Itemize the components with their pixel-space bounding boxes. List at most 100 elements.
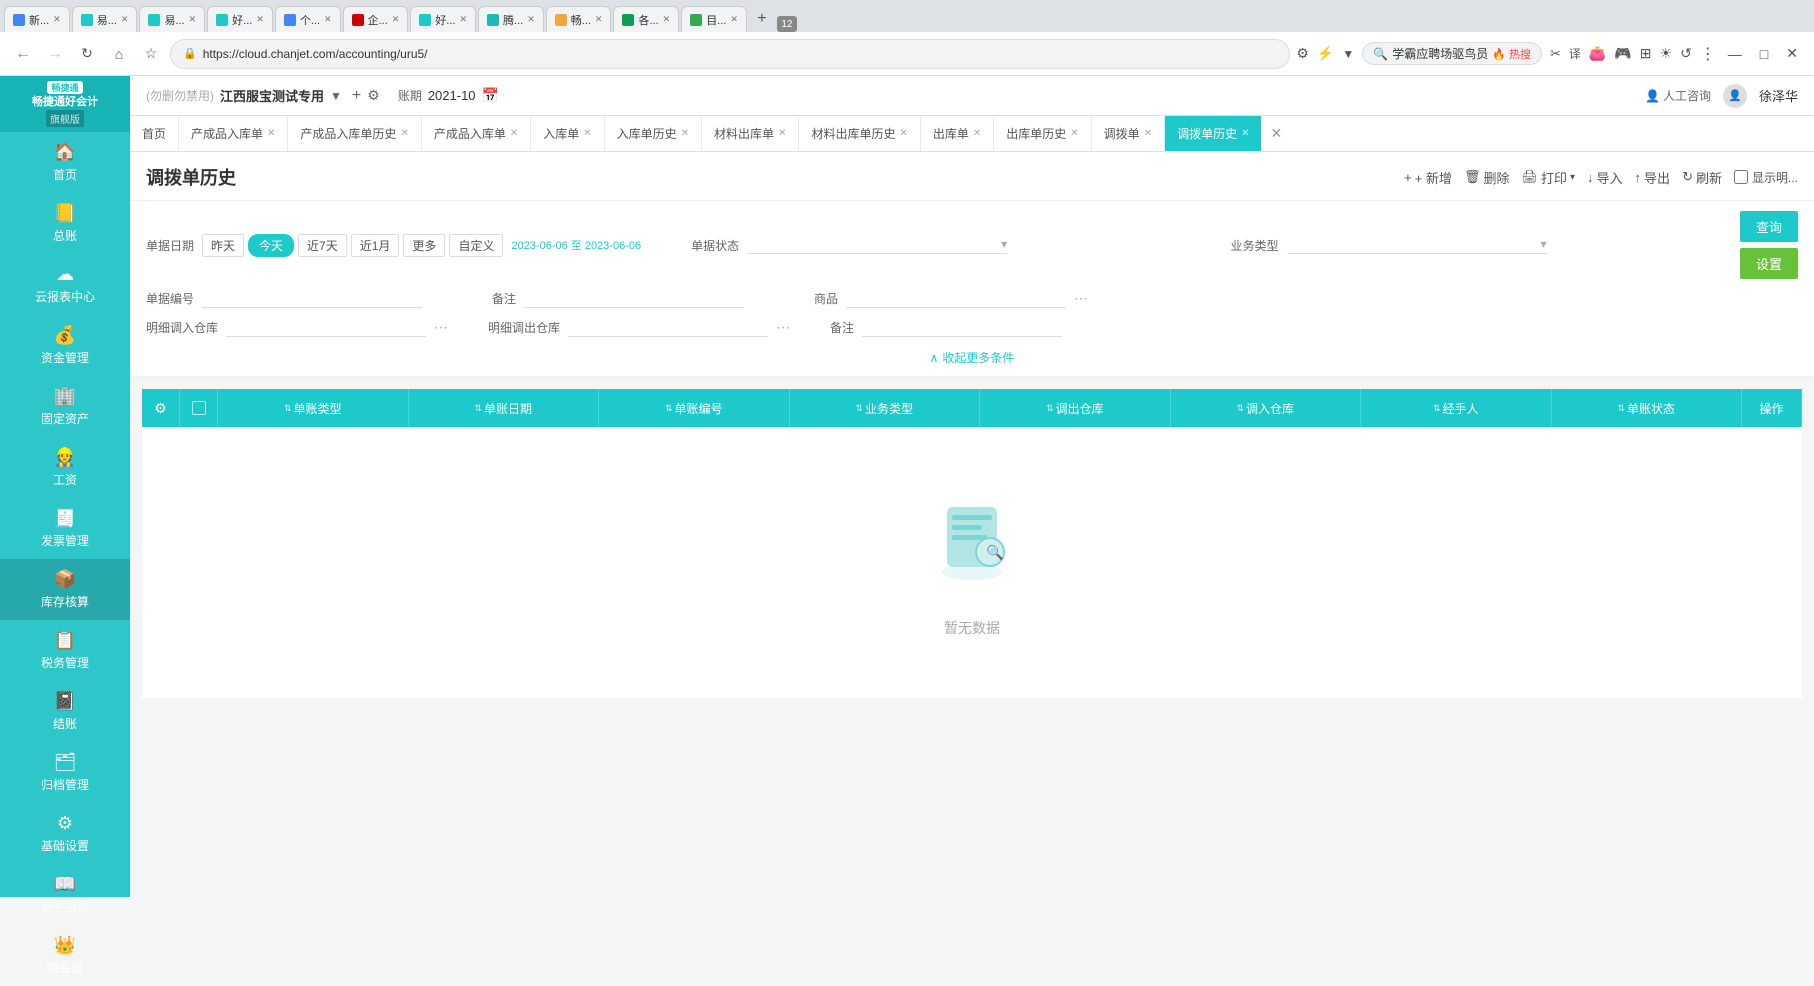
tab-close-icon[interactable]: ✕ (256, 14, 264, 25)
sidebar-item-member[interactable]: 👑 畅会员 (0, 925, 130, 986)
tab-close-icon[interactable]: ✕ (53, 14, 61, 25)
refresh-button[interactable]: ↻ (74, 41, 100, 67)
tab-close-icon[interactable]: ✕ (778, 128, 786, 139)
window-minimize[interactable]: — (1722, 46, 1748, 62)
th-settings-cell[interactable]: ⚙ (142, 389, 180, 427)
browser-tab[interactable]: 腾... ✕ (478, 6, 544, 32)
refresh-page-button[interactable]: ↻ 刷新 (1682, 168, 1722, 187)
date-yesterday-btn[interactable]: 昨天 (202, 234, 244, 257)
tab-close-icon[interactable]: ✕ (324, 14, 332, 25)
date-7days-btn[interactable]: 近7天 (298, 234, 347, 257)
out-wh-more-icon[interactable]: ⋯ (776, 319, 790, 336)
dropdown-icon[interactable]: ▼ (1342, 47, 1354, 61)
browser-tab[interactable]: 畅... ✕ (546, 6, 612, 32)
tab-close-icon[interactable]: ✕ (267, 128, 275, 139)
collapse-button[interactable]: ∧ 收起更多条件 (930, 349, 1015, 366)
th-doc-date[interactable]: ⇅ 单账日期 (409, 389, 600, 427)
tab-outbound-history[interactable]: 出库单历史 ✕ (994, 116, 1091, 152)
tab-close-icon[interactable]: ✕ (899, 128, 907, 139)
browser-tab[interactable]: 各... ✕ (613, 6, 679, 32)
grid-icon[interactable]: ⊞ (1640, 45, 1652, 62)
tab-close-active-icon[interactable]: ✕ (1241, 128, 1249, 139)
tab-close-icon[interactable]: ✕ (1144, 128, 1152, 139)
th-out-wh[interactable]: ⇅ 调出仓库 (980, 389, 1171, 427)
sidebar-item-cloud-report[interactable]: ☁ 云报表中心 (0, 254, 130, 315)
scissors-icon[interactable]: ✂ (1550, 46, 1561, 62)
status-input[interactable] (747, 237, 1001, 251)
tab-close-icon[interactable]: ✕ (400, 128, 408, 139)
export-button[interactable]: ↑ 导出 (1635, 168, 1671, 187)
th-doc-no[interactable]: ⇅ 单账编号 (599, 389, 790, 427)
browser-tab[interactable]: 企... ✕ (343, 6, 409, 32)
theme-icon[interactable]: ☀ (1660, 45, 1673, 62)
sidebar-item-archive[interactable]: 🗂 归档管理 (0, 742, 130, 803)
th-handler[interactable]: ⇅ 经手人 (1361, 389, 1552, 427)
in-wh-more-icon[interactable]: ⋯ (434, 319, 448, 336)
sidebar-item-home[interactable]: 🏠 首页 (0, 132, 130, 193)
company-settings-icon[interactable]: ⚙ (367, 87, 380, 104)
doc-no-input[interactable] (202, 289, 422, 308)
new-button[interactable]: + + 新增 (1404, 168, 1452, 187)
company-dropdown-icon[interactable]: ▼ (330, 89, 342, 103)
browser-tab[interactable]: 易... ✕ (139, 6, 205, 32)
address-bar[interactable]: 🔒 https://cloud.chanjet.com/accounting/u… (170, 39, 1290, 69)
biz-type-dropdown[interactable]: ▾ (1287, 237, 1547, 254)
sidebar-item-ledger[interactable]: 📒 总账 (0, 193, 130, 254)
sidebar-item-salary[interactable]: 👷 工资 (0, 437, 130, 498)
tab-home[interactable]: 首页 (130, 116, 179, 152)
window-close[interactable]: ✕ (1780, 45, 1804, 62)
tab-material-out[interactable]: 材料出库单 ✕ (702, 116, 799, 152)
tab-close-icon[interactable]: ✕ (595, 14, 603, 25)
browser-tab[interactable]: 新... ✕ (4, 6, 70, 32)
sidebar-item-tax[interactable]: 📋 税务管理 (0, 620, 130, 681)
date-1month-btn[interactable]: 近1月 (351, 234, 400, 257)
browser-tab[interactable]: 个... ✕ (275, 6, 341, 32)
tab-close-icon[interactable]: ✕ (189, 14, 197, 25)
tab-finished-in-history[interactable]: 产成品入库单历史 ✕ (288, 116, 421, 152)
date-more-btn[interactable]: 更多 (403, 234, 445, 257)
user-service-button[interactable]: 👤 人工咨询 (1645, 87, 1711, 104)
tab-close-icon[interactable]: ✕ (583, 128, 591, 139)
user-avatar[interactable]: 👤 (1723, 84, 1747, 108)
window-maximize[interactable]: □ (1754, 46, 1774, 62)
biz-type-input[interactable] (1287, 237, 1541, 251)
note2-input[interactable] (862, 318, 1062, 337)
tab-close-icon[interactable]: ✕ (121, 14, 129, 25)
tab-close-icon[interactable]: ✕ (527, 14, 535, 25)
add-company-button[interactable]: + (352, 87, 361, 105)
sidebar-item-funds[interactable]: 💰 资金管理 (0, 315, 130, 376)
tab-transfer[interactable]: 调拨单 ✕ (1092, 116, 1165, 152)
browser-tab[interactable]: 好... ✕ (410, 6, 476, 32)
tab-close-icon[interactable]: ✕ (663, 14, 671, 25)
th-in-wh[interactable]: ⇅ 调入仓库 (1171, 389, 1362, 427)
import-button[interactable]: ↓ 导入 (1587, 168, 1623, 187)
th-biz-type[interactable]: ⇅ 业务类型 (790, 389, 981, 427)
close-all-tabs-button[interactable]: ✕ (1262, 125, 1290, 142)
display-checkbox[interactable] (1734, 170, 1748, 184)
date-custom-btn[interactable]: 自定义 (449, 234, 503, 257)
tab-inbound-history[interactable]: 入库单历史 ✕ (605, 116, 702, 152)
sidebar-item-inventory[interactable]: 📦 库存核算 (0, 559, 130, 620)
home-button[interactable]: ⌂ (106, 41, 132, 67)
menu-icon[interactable]: ⋮ (1700, 44, 1716, 64)
new-tab-button[interactable]: + (749, 6, 775, 32)
browser-tab[interactable]: 目... ✕ (681, 6, 747, 32)
sidebar-item-invoice[interactable]: 🧾 发票管理 (0, 498, 130, 559)
tab-close-icon[interactable]: ✕ (510, 128, 518, 139)
calendar-icon[interactable]: 📅 (482, 87, 499, 104)
tab-transfer-history[interactable]: 调拨单历史 ✕ (1165, 116, 1262, 152)
wallet-icon[interactable]: 👛 (1589, 45, 1606, 62)
note-input[interactable] (524, 289, 744, 308)
print-button[interactable]: 🖨 打印 ▾ (1521, 168, 1575, 187)
sidebar-item-closing[interactable]: 📓 结账 (0, 681, 130, 742)
sidebar-item-guide[interactable]: 📖 新手引导 (0, 864, 130, 925)
tab-outbound[interactable]: 出库单 ✕ (921, 116, 994, 152)
tab-close-icon[interactable]: ✕ (1070, 128, 1078, 139)
tab-material-out-history[interactable]: 材料出库单历史 ✕ (799, 116, 920, 152)
tab-close-icon[interactable]: ✕ (459, 14, 467, 25)
translate-icon[interactable]: 译 (1569, 45, 1581, 62)
undo-icon[interactable]: ↺ (1680, 45, 1692, 62)
in-wh-input[interactable] (226, 318, 426, 337)
tab-finished-in2[interactable]: 产成品入库单 ✕ (422, 116, 531, 152)
tab-close-icon[interactable]: ✕ (973, 128, 981, 139)
